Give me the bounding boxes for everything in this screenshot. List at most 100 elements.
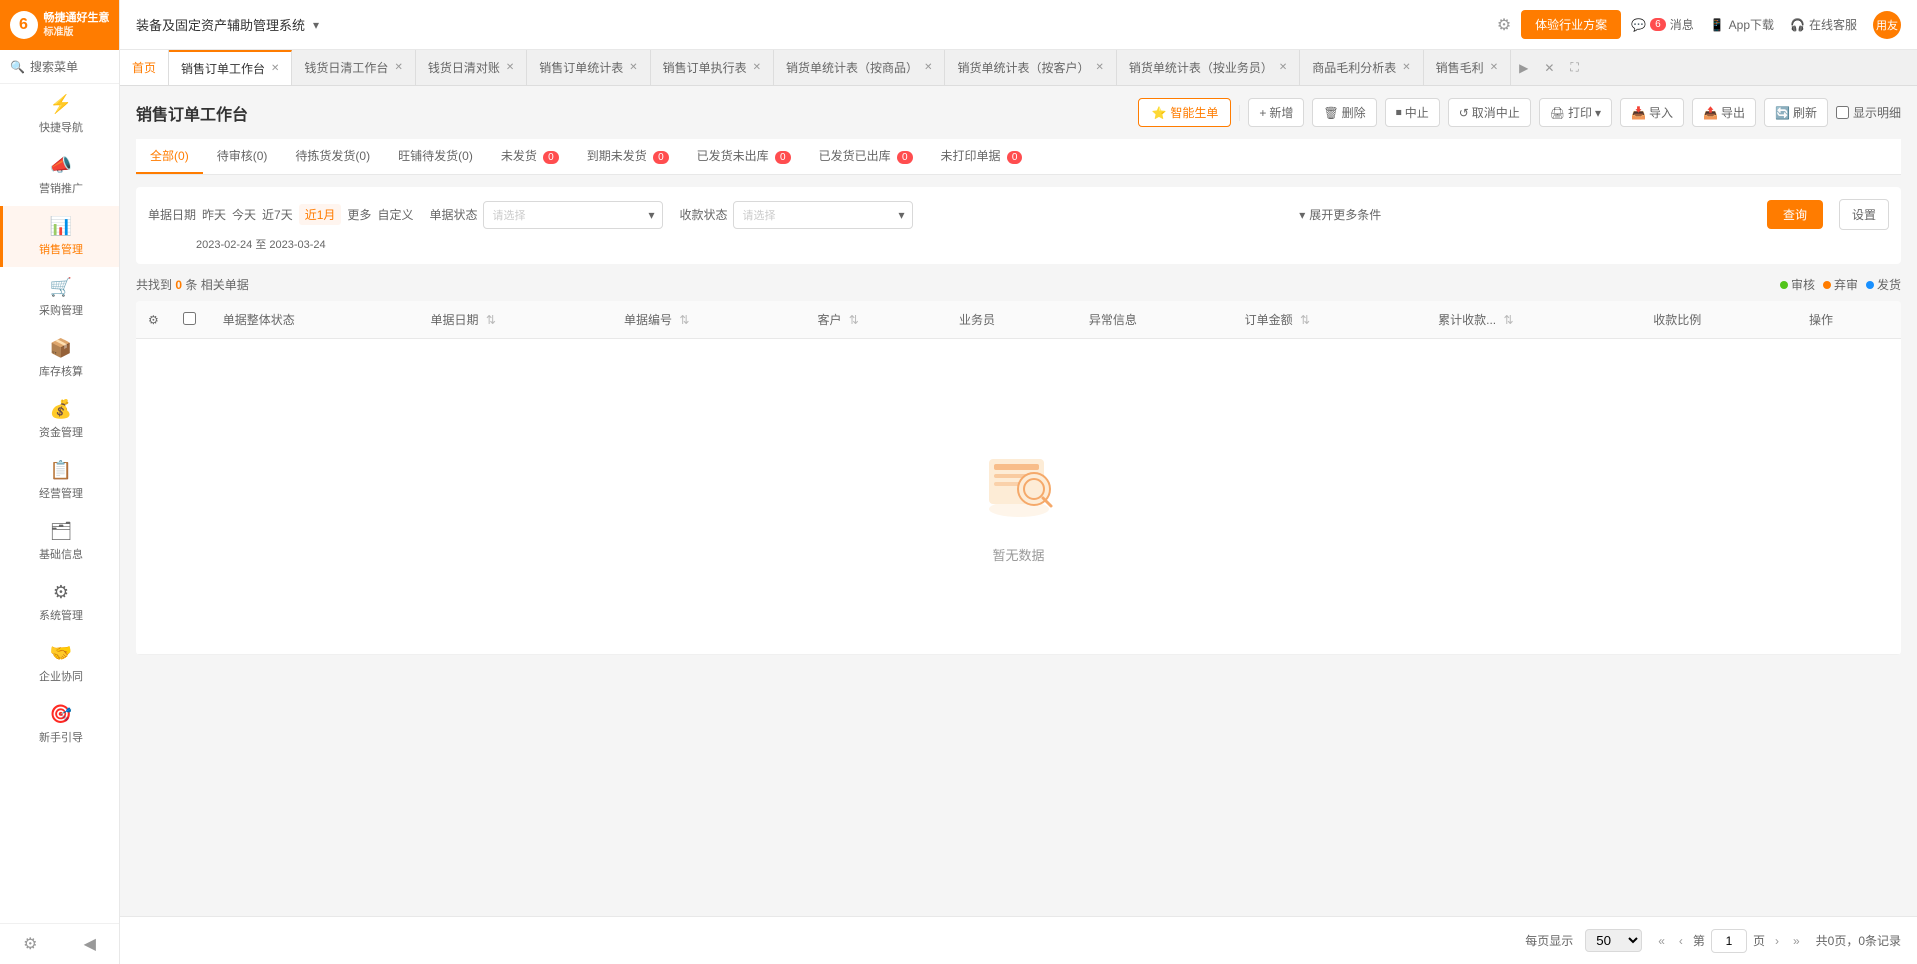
topbar-settings-icon[interactable]: ⚙ xyxy=(1497,15,1511,35)
col-checkbox-header[interactable] xyxy=(171,301,211,339)
last-page-btn[interactable]: » xyxy=(1789,932,1804,950)
delete-btn[interactable]: 🗑 删除 xyxy=(1312,98,1376,127)
unaudit-result-btn[interactable]: 弃审 xyxy=(1823,276,1858,293)
page-size-label: 每页显示 xyxy=(1525,932,1573,949)
date-opt-today[interactable]: 今天 xyxy=(232,206,256,223)
col-number-header[interactable]: 单据编号 ⇅ xyxy=(612,301,805,339)
tab-close-gross-margin[interactable]: ✕ xyxy=(1402,62,1410,73)
status-select[interactable]: 请选择 ▾ xyxy=(483,201,663,229)
subtab-not-shipped[interactable]: 未发货 0 xyxy=(487,139,573,174)
show-detail-input[interactable] xyxy=(1836,106,1849,119)
col-date-header[interactable]: 单据日期 ⇅ xyxy=(419,301,612,339)
smart-create-btn[interactable]: ⭐ 智能生单 xyxy=(1138,98,1231,127)
sidebar-item-enterprise[interactable]: 🤝 企业协同 xyxy=(0,633,119,694)
select-all-checkbox[interactable] xyxy=(183,312,196,325)
tabbar-close-all-btn[interactable]: ✕ xyxy=(1536,61,1562,75)
subtab-pending-inspect[interactable]: 待拣货发货(0) xyxy=(281,139,384,174)
app-download-btn[interactable]: 📱 App下载 xyxy=(1710,16,1774,33)
overflow-arrow-icon: ▶ xyxy=(1519,61,1528,75)
first-page-btn[interactable]: « xyxy=(1654,932,1669,950)
sidebar-item-sales[interactable]: 📊 销售管理 xyxy=(0,206,119,267)
col-amount-header[interactable]: 订单金额 ⇅ xyxy=(1233,301,1426,339)
export-btn[interactable]: 📤 导出 xyxy=(1692,98,1756,127)
sidebar-item-quick-nav[interactable]: ⚡ 快捷导航 xyxy=(0,84,119,145)
tab-close-sales-staff[interactable]: ✕ xyxy=(1279,62,1287,73)
tab-close-sales-profit[interactable]: ✕ xyxy=(1490,62,1498,73)
page-input[interactable] xyxy=(1711,929,1747,953)
prev-page-btn[interactable]: ‹ xyxy=(1675,932,1687,950)
date-opt-more[interactable]: 更多 xyxy=(347,206,371,223)
add-btn[interactable]: + 新增 xyxy=(1248,98,1304,127)
refresh-icon: 🔄 xyxy=(1775,106,1790,120)
tab-cash-reconcile[interactable]: 钱货日清对账 ✕ xyxy=(416,50,527,86)
tab-sales-profit[interactable]: 销售毛利 ✕ xyxy=(1424,50,1511,86)
payment-select[interactable]: 请选择 ▾ xyxy=(733,201,913,229)
sidebar-item-search[interactable]: 🔍 搜索菜单 xyxy=(0,50,119,84)
date-opt-yesterday[interactable]: 昨天 xyxy=(202,206,226,223)
sidebar-item-operations[interactable]: 📋 经营管理 xyxy=(0,450,119,511)
system-title-dropdown[interactable]: ▾ xyxy=(313,18,319,32)
message-btn[interactable]: 💬 6 消息 xyxy=(1631,16,1694,33)
subtab-pending-review[interactable]: 待审核(0) xyxy=(203,139,282,174)
ship-result-btn[interactable]: 发货 xyxy=(1866,276,1901,293)
tab-sales-product[interactable]: 销货单统计表（按商品） ✕ xyxy=(774,50,945,86)
print-btn[interactable]: 🖨 打印 ▾ xyxy=(1539,98,1612,127)
tab-close-cash-daily[interactable]: ✕ xyxy=(394,62,402,73)
sidebar-item-purchase[interactable]: 🛒 采购管理 xyxy=(0,267,119,328)
tab-sales-exec[interactable]: 销售订单执行表 ✕ xyxy=(651,50,774,86)
tab-sales-staff[interactable]: 销货单统计表（按业务员） ✕ xyxy=(1117,50,1300,86)
next-page-btn[interactable]: › xyxy=(1771,932,1783,950)
page-size-select[interactable]: 50 10 20 100 xyxy=(1585,929,1642,952)
solution-btn[interactable]: 体验行业方案 xyxy=(1521,10,1621,39)
date-opt-custom[interactable]: 自定义 xyxy=(377,206,413,223)
subtab-all[interactable]: 全部(0) xyxy=(136,139,203,174)
tab-close-sales-stats[interactable]: ✕ xyxy=(629,62,637,73)
page-label: 第 xyxy=(1693,932,1705,949)
online-service-btn[interactable]: 🎧 在线客服 xyxy=(1790,16,1857,33)
tab-sales-customer[interactable]: 销货单统计表（按客户） ✕ xyxy=(945,50,1116,86)
subtab-wangpu-ship[interactable]: 旺铺待发货(0) xyxy=(384,139,487,174)
subtab-not-printed[interactable]: 未打印单据 0 xyxy=(927,139,1037,174)
tab-gross-margin[interactable]: 商品毛利分析表 ✕ xyxy=(1300,50,1423,86)
tab-close-cash-reconcile[interactable]: ✕ xyxy=(506,62,514,73)
sidebar-item-inventory[interactable]: 📦 库存核算 xyxy=(0,328,119,389)
date-opt-7days[interactable]: 近7天 xyxy=(262,206,293,223)
shipped-out-badge: 0 xyxy=(897,151,913,164)
sidebar-item-base-info[interactable]: 🗂 基础信息 xyxy=(0,511,119,572)
tabbar-overflow-btn[interactable]: ▶ xyxy=(1511,61,1536,75)
settings-filter-btn[interactable]: 设置 xyxy=(1839,199,1889,230)
sidebar-item-system[interactable]: ⚙ 系统管理 xyxy=(0,572,119,633)
cancel-stop-btn[interactable]: ↺ 取消中止 xyxy=(1448,98,1531,127)
col-settings[interactable]: ⚙ xyxy=(136,301,171,339)
tab-home[interactable]: 首页 xyxy=(120,50,169,86)
tab-sales-order[interactable]: 销售订单工作台 ✕ xyxy=(169,50,292,86)
col-staff-header[interactable]: 业务员 xyxy=(947,301,1077,339)
query-btn[interactable]: 查询 xyxy=(1767,200,1823,229)
sidebar-item-guide[interactable]: 🎯 新手引导 xyxy=(0,694,119,755)
expand-filter-btn[interactable]: ▾ 展开更多条件 xyxy=(1299,206,1381,223)
sidebar-item-capital[interactable]: 💰 资金管理 xyxy=(0,389,119,450)
col-customer-header[interactable]: 客户 ⇅ xyxy=(805,301,947,339)
sidebar-item-marketing[interactable]: 📣 营销推广 xyxy=(0,145,119,206)
tab-close-sales-exec[interactable]: ✕ xyxy=(753,62,761,73)
tabbar-expand-btn[interactable]: ⛶ xyxy=(1562,60,1586,75)
tab-close-sales-order[interactable]: ✕ xyxy=(271,63,279,74)
date-opt-1month[interactable]: 近1月 xyxy=(299,204,342,225)
stop-btn[interactable]: ⏹ 中止 xyxy=(1385,98,1440,127)
col-received-header[interactable]: 累计收款... ⇅ xyxy=(1426,301,1641,339)
subtab-shipped-not-out[interactable]: 已发货未出库 0 xyxy=(683,139,805,174)
show-detail-checkbox[interactable]: 显示明细 xyxy=(1836,104,1901,121)
user-avatar[interactable]: 用友 xyxy=(1873,11,1901,39)
avatar-circle: 用友 xyxy=(1873,11,1901,39)
tab-close-sales-customer[interactable]: ✕ xyxy=(1095,62,1103,73)
subtab-overdue-ship[interactable]: 到期未发货 0 xyxy=(573,139,683,174)
import-btn[interactable]: 📥 导入 xyxy=(1620,98,1684,127)
audit-result-btn[interactable]: 审核 xyxy=(1780,276,1815,293)
collapse-icon[interactable]: ◀ xyxy=(84,934,96,954)
subtab-shipped-out[interactable]: 已发货已出库 0 xyxy=(805,139,927,174)
tab-close-sales-product[interactable]: ✕ xyxy=(924,62,932,73)
tab-cash-daily[interactable]: 钱货日清工作台 ✕ xyxy=(292,50,415,86)
refresh-btn[interactable]: 🔄 刷新 xyxy=(1764,98,1828,127)
tab-sales-stats[interactable]: 销售订单统计表 ✕ xyxy=(527,50,650,86)
settings-bottom-icon[interactable]: ⚙ xyxy=(23,934,37,954)
